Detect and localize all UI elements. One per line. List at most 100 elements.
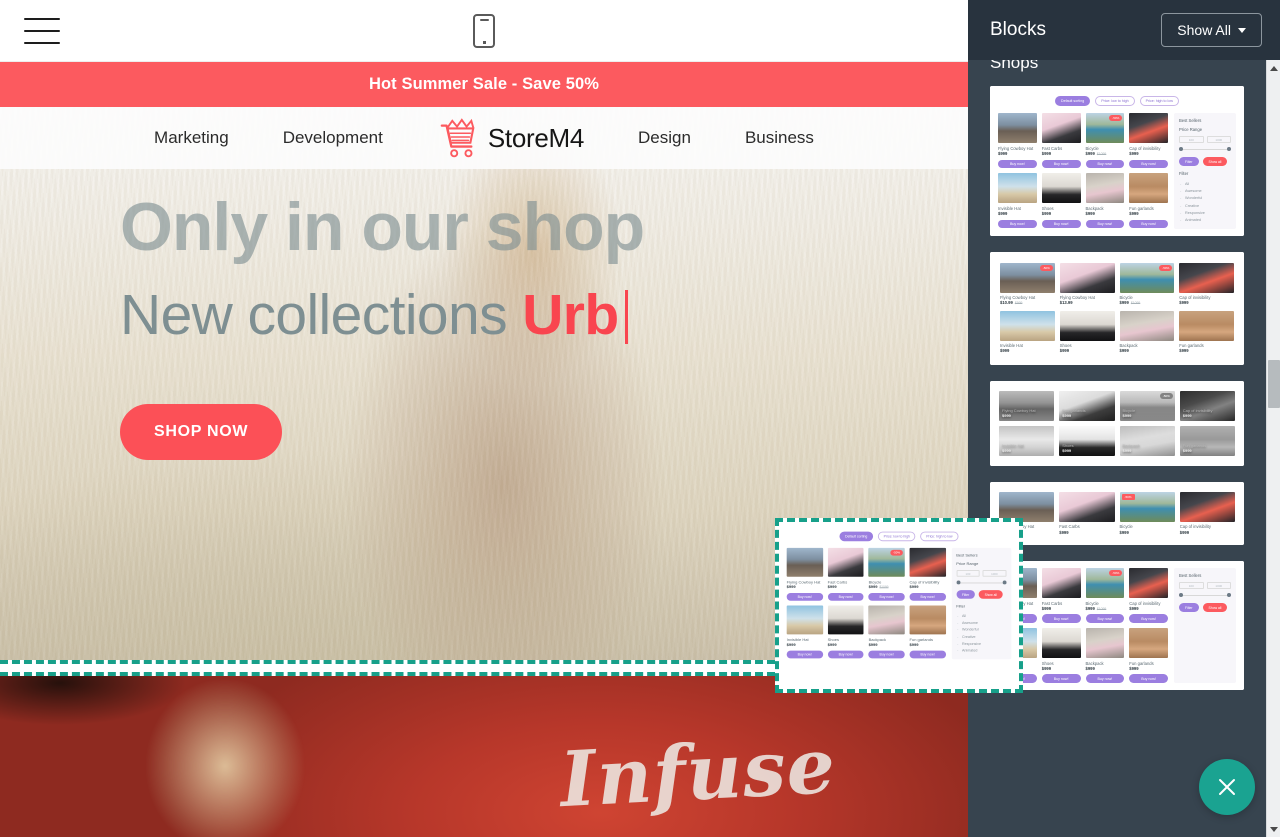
buy-now-button[interactable]: Buy now! bbox=[909, 650, 946, 659]
block-thumbnail-shop-overlay[interactable]: Flying Cowboy Hat $999 Fun garlands $999 -50… bbox=[990, 380, 1244, 466]
product-card[interactable]: Fast Carbs $999 Buy now! bbox=[1041, 568, 1081, 624]
product-card[interactable]: Cap of invisibility $999 bbox=[1179, 262, 1234, 306]
block-thumbnail-shop-row[interactable]: Flying Cowboy Hat$999Fast Carbs$999-50%B… bbox=[990, 481, 1244, 546]
slider-knob-right[interactable] bbox=[1227, 147, 1231, 152]
buy-now-button[interactable]: Buy now! bbox=[1041, 219, 1081, 229]
dragged-block-preview[interactable]: Default sorting Price: low to high Price… bbox=[775, 518, 1023, 693]
buy-now-button[interactable]: Buy now! bbox=[827, 592, 864, 602]
nav-item-marketing[interactable]: Marketing bbox=[154, 128, 229, 148]
sale-banner[interactable]: Hot Summer Sale - Save 50% bbox=[0, 62, 968, 107]
brand-logo[interactable]: StoreM4 bbox=[437, 118, 584, 158]
product-card[interactable]: -50% Bicycle $999 $1099 Buy now! bbox=[1085, 113, 1125, 169]
price-slider[interactable] bbox=[1179, 146, 1231, 152]
show-all-products-button[interactable]: Show all bbox=[1202, 157, 1228, 167]
product-card[interactable]: Backpack $999 Buy now! bbox=[868, 605, 905, 659]
filter-item[interactable]: All bbox=[1179, 180, 1231, 187]
product-card[interactable]: Fun garlands $999 bbox=[1179, 310, 1234, 354]
product-card[interactable]: Backpack $999 bbox=[1119, 310, 1175, 354]
slider-knob-right[interactable] bbox=[1002, 580, 1007, 585]
buy-now-button[interactable]: Buy now! bbox=[786, 592, 823, 602]
nav-item-development[interactable]: Development bbox=[283, 128, 383, 148]
product-card[interactable]: Backpack $999 Buy now! bbox=[1085, 628, 1125, 684]
price-min-input[interactable]: 100 bbox=[1179, 136, 1204, 144]
blocks-panel-body[interactable]: Shops Default sorting Price: low to high… bbox=[968, 60, 1266, 837]
buy-now-button[interactable]: Buy now! bbox=[1041, 614, 1081, 624]
product-card[interactable]: Flying Cowboy Hat$999Buy now! bbox=[786, 548, 823, 602]
panel-scrollbar[interactable] bbox=[1266, 60, 1280, 837]
scroll-down-button[interactable] bbox=[1267, 821, 1280, 837]
product-card[interactable]: Invisible Hat $999 bbox=[1000, 310, 1055, 354]
product-card[interactable]: Backpack $999 Buy now! bbox=[1085, 173, 1125, 229]
product-card[interactable]: Shoes $999 Buy now! bbox=[1041, 628, 1081, 684]
sort-high-low[interactable]: Price: high to low bbox=[1139, 96, 1179, 107]
slider-knob-left[interactable] bbox=[956, 580, 961, 585]
block-thumbnail-shop-filter[interactable]: Default sorting Price: low to high Price… bbox=[990, 86, 1244, 236]
price-slider[interactable] bbox=[1179, 592, 1231, 598]
show-all-products-button[interactable]: Show all bbox=[978, 590, 1003, 600]
product-card[interactable]: -50% Bicycle $999 $1099 Buy now! bbox=[1085, 568, 1125, 624]
block-thumbnail-shop-filter-2[interactable]: Flying Cowboy Hat$999Buy now!Fast Carbs$… bbox=[990, 561, 1244, 691]
product-card[interactable]: Shoes $999 bbox=[1059, 425, 1115, 456]
product-card[interactable]: -50% Bicycle $999 bbox=[1119, 390, 1175, 421]
filter-button[interactable]: Filter bbox=[1179, 157, 1199, 167]
slider-knob-right[interactable] bbox=[1227, 593, 1231, 598]
buy-now-button[interactable]: Buy now! bbox=[1129, 614, 1168, 624]
buy-now-button[interactable]: Buy now! bbox=[1129, 219, 1168, 229]
product-card[interactable]: Cap of invisibility $999 Buy now! bbox=[1129, 113, 1168, 169]
filter-item[interactable]: All bbox=[956, 613, 1006, 620]
product-card[interactable]: Cap of invisibility $999 Buy now! bbox=[1129, 568, 1168, 624]
product-card[interactable]: Flying Cowboy Hat$999 bbox=[999, 390, 1055, 421]
product-card[interactable]: Fast Carbs $999 Buy now! bbox=[827, 548, 864, 602]
buy-now-button[interactable]: Buy now! bbox=[1041, 674, 1081, 684]
price-max-input[interactable]: 1000 bbox=[1206, 582, 1231, 590]
product-card[interactable]: Fast Carbs $999 Buy now! bbox=[1041, 113, 1081, 169]
product-card[interactable]: -50% Bicycle $999 bbox=[1119, 491, 1175, 535]
sort-low-high[interactable]: Price: low to high bbox=[1095, 96, 1135, 107]
filter-item[interactable]: Creative bbox=[956, 633, 1006, 640]
buy-now-button[interactable]: Buy now! bbox=[786, 650, 823, 659]
filter-item[interactable]: Awesome bbox=[1179, 188, 1231, 195]
price-min-input[interactable]: 100 bbox=[1179, 582, 1204, 590]
product-card[interactable]: Fast Carbs $999 bbox=[1059, 491, 1115, 535]
product-card[interactable]: -50% Flying Cowboy Hat $10.99 $999 bbox=[1000, 262, 1055, 306]
filter-item[interactable]: Responsive bbox=[1179, 209, 1231, 216]
filter-item[interactable]: Wonderful bbox=[1179, 195, 1231, 202]
block-thumbnail-shop-grid[interactable]: -50% Flying Cowboy Hat $10.99 $999 Flying Co… bbox=[990, 251, 1244, 365]
product-card[interactable]: Shoes $999 bbox=[1059, 310, 1115, 354]
buy-now-button[interactable]: Buy now! bbox=[1085, 159, 1125, 169]
product-card[interactable]: Flying Cowboy Hat $13.99 bbox=[1059, 262, 1115, 306]
filter-item[interactable]: Awesome bbox=[956, 620, 1006, 627]
filter-item[interactable]: Responsive bbox=[956, 640, 1006, 647]
buy-now-button[interactable]: Buy now! bbox=[868, 592, 905, 602]
product-card[interactable]: Invisible Hat$999Buy now! bbox=[998, 173, 1037, 229]
show-all-dropdown[interactable]: Show All bbox=[1161, 13, 1262, 47]
buy-now-button[interactable]: Buy now! bbox=[868, 650, 905, 659]
product-card[interactable]: Shoes $999 Buy now! bbox=[827, 605, 864, 659]
buy-now-button[interactable]: Buy now! bbox=[1085, 674, 1125, 684]
price-min-input[interactable]: 100 bbox=[956, 570, 980, 578]
product-card[interactable]: Fun garlands $999 bbox=[1179, 425, 1235, 456]
scrollbar-thumb[interactable] bbox=[1268, 360, 1280, 408]
price-max-input[interactable]: 1000 bbox=[982, 570, 1007, 578]
product-card[interactable]: Cap of invisibility $999 bbox=[1179, 491, 1235, 535]
mobile-phone-icon[interactable] bbox=[473, 13, 495, 48]
product-card[interactable]: Fun garlands $999 Buy now! bbox=[909, 605, 946, 659]
product-card[interactable]: Fun garlands $999 Buy now! bbox=[1129, 173, 1168, 229]
second-photo-section[interactable]: Infuse bbox=[0, 676, 968, 837]
product-card[interactable]: -50% Bicycle $999 $1099 Buy now! bbox=[868, 548, 905, 602]
product-card[interactable]: Cap of invisibility $999 Buy now! bbox=[909, 548, 946, 602]
buy-now-button[interactable]: Buy now! bbox=[998, 219, 1037, 229]
filter-item[interactable]: Animated bbox=[1179, 216, 1231, 223]
shop-now-button[interactable]: SHOP NOW bbox=[120, 404, 283, 461]
filter-button[interactable]: Filter bbox=[1179, 603, 1199, 613]
buy-now-button[interactable]: Buy now! bbox=[1041, 159, 1081, 169]
filter-item[interactable]: Animated bbox=[956, 647, 1006, 654]
product-card[interactable]: Backpack $999 bbox=[1119, 425, 1175, 456]
product-card[interactable]: Fun garlands $999 bbox=[1059, 390, 1115, 421]
show-all-products-button[interactable]: Show all bbox=[1202, 603, 1228, 613]
product-card[interactable]: Shoes $999 Buy now! bbox=[1041, 173, 1081, 229]
price-slider[interactable] bbox=[956, 580, 1007, 586]
buy-now-button[interactable]: Buy now! bbox=[1129, 674, 1168, 684]
buy-now-button[interactable]: Buy now! bbox=[1085, 614, 1125, 624]
hamburger-menu-icon[interactable] bbox=[24, 17, 60, 44]
